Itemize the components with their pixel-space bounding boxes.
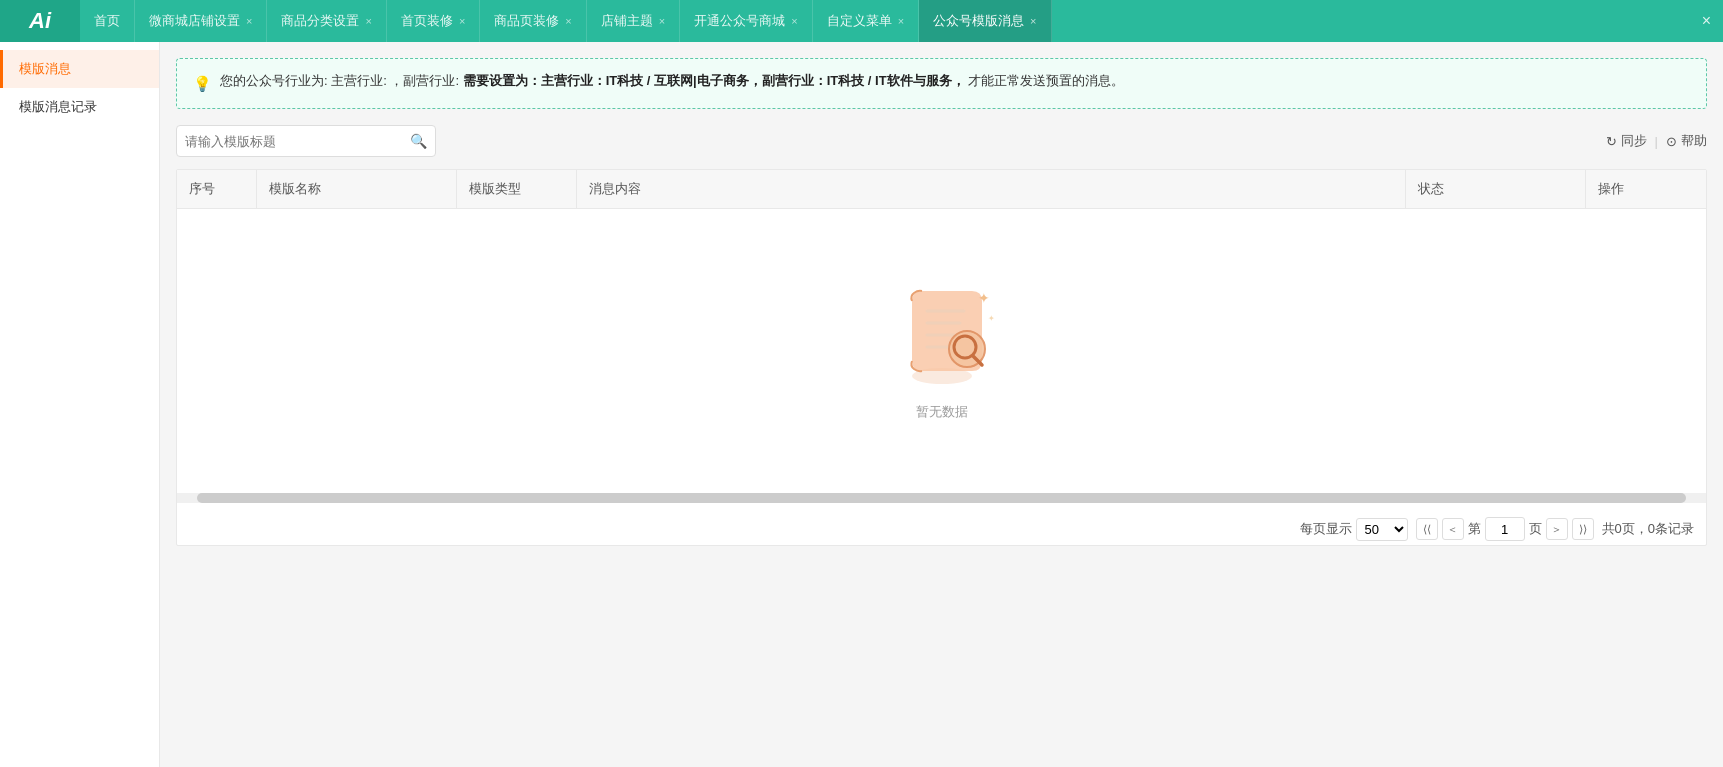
nav-tab-close-shop-settings[interactable]: × <box>246 15 252 27</box>
first-page-button[interactable]: ⟨⟨ <box>1416 518 1438 540</box>
total-info: 共0页，0条记录 <box>1602 520 1694 538</box>
page-size-selector[interactable]: 每页显示 102050100 <box>1300 518 1408 541</box>
sidebar-item-template-msg[interactable]: 模版消息 <box>0 50 159 88</box>
sidebar: 模版消息模版消息记录 <box>0 42 160 767</box>
nav-tab-template-msg[interactable]: 公众号模版消息× <box>919 0 1051 42</box>
horizontal-scrollbar[interactable] <box>177 493 1706 503</box>
toolbar-right: ↻ 同步 | ⊙ 帮助 <box>1606 132 1707 150</box>
nav-tab-close-custom-menu[interactable]: × <box>898 15 904 27</box>
help-icon: ⊙ <box>1666 134 1677 149</box>
table-col-index: 序号 <box>177 170 257 208</box>
page-size-select-input[interactable]: 102050100 <box>1356 518 1408 541</box>
sidebar-item-template-record[interactable]: 模版消息记录 <box>0 88 159 126</box>
svg-text:✦: ✦ <box>978 290 990 306</box>
scrollbar-thumb[interactable] <box>197 493 1686 503</box>
table-col-name: 模版名称 <box>257 170 457 208</box>
notice-banner: 💡 您的公众号行业为: 主营行业: ，副营行业: 需要设置为：主营行业：IT科技… <box>176 58 1707 109</box>
search-input[interactable] <box>185 134 410 149</box>
nav-tab-product-decoration[interactable]: 商品页装修× <box>480 0 586 42</box>
page-input-area: 第 页 <box>1468 517 1542 541</box>
nav-tab-close-product-decoration[interactable]: × <box>565 15 571 27</box>
nav-tab-home[interactable]: 首页 <box>80 0 135 42</box>
main-layout: 模版消息模版消息记录 💡 您的公众号行业为: 主营行业: ，副营行业: 需要设置… <box>0 42 1723 767</box>
nav-tab-close-category-settings[interactable]: × <box>365 15 371 27</box>
prev-page-button[interactable]: ＜ <box>1442 518 1464 540</box>
nav-tab-home-decoration[interactable]: 首页装修× <box>387 0 480 42</box>
nav-tab-custom-menu[interactable]: 自定义菜单× <box>813 0 919 42</box>
svg-text:✦: ✦ <box>988 314 995 323</box>
sync-icon: ↻ <box>1606 134 1617 149</box>
data-table: 序号模版名称模版类型消息内容状态操作 <box>176 169 1707 546</box>
nav-tab-close-open-mall[interactable]: × <box>791 15 797 27</box>
notice-text: 您的公众号行业为: 主营行业: ，副营行业: 需要设置为：主营行业：IT科技 /… <box>220 71 1124 92</box>
search-box[interactable]: 🔍 <box>176 125 436 157</box>
table-col-action: 操作 <box>1586 170 1706 208</box>
logo: Ai <box>0 0 80 42</box>
nav-tab-open-mall[interactable]: 开通公众号商城× <box>680 0 812 42</box>
empty-illustration: ✦ ✦ <box>882 271 1002 391</box>
table-col-status: 状态 <box>1406 170 1586 208</box>
sync-button[interactable]: ↻ 同步 <box>1606 132 1647 150</box>
top-navigation: Ai 首页微商城店铺设置×商品分类设置×首页装修×商品页装修×店铺主题×开通公众… <box>0 0 1723 42</box>
empty-state-text: 暂无数据 <box>916 403 968 421</box>
table-body: ✦ ✦ 暂无数据 <box>177 209 1706 489</box>
table-col-type: 模版类型 <box>457 170 577 208</box>
toolbar-divider: | <box>1655 134 1658 149</box>
page-unit: 页 <box>1529 520 1542 538</box>
nav-tab-shop-settings[interactable]: 微商城店铺设置× <box>135 0 267 42</box>
nav-tab-close-home-decoration[interactable]: × <box>459 15 465 27</box>
table-header: 序号模版名称模版类型消息内容状态操作 <box>177 170 1706 209</box>
main-content: 💡 您的公众号行业为: 主营行业: ，副营行业: 需要设置为：主营行业：IT科技… <box>160 42 1723 767</box>
nav-tab-close-template-msg[interactable]: × <box>1030 15 1036 27</box>
nav-tab-category-settings[interactable]: 商品分类设置× <box>267 0 386 42</box>
nav-tab-shop-theme[interactable]: 店铺主题× <box>587 0 680 42</box>
global-close-button[interactable]: × <box>1702 12 1711 30</box>
help-button[interactable]: ⊙ 帮助 <box>1666 132 1707 150</box>
page-navigation: ⟨⟨ ＜ 第 页 ＞ ⟩⟩ <box>1416 517 1594 541</box>
page-number-input[interactable] <box>1485 517 1525 541</box>
search-button[interactable]: 🔍 <box>410 133 427 149</box>
last-page-button[interactable]: ⟩⟩ <box>1572 518 1594 540</box>
page-size-label: 每页显示 <box>1300 520 1352 538</box>
bulb-icon: 💡 <box>193 72 212 96</box>
next-page-button[interactable]: ＞ <box>1546 518 1568 540</box>
nav-tab-close-shop-theme[interactable]: × <box>659 15 665 27</box>
table-col-content: 消息内容 <box>577 170 1406 208</box>
page-word: 第 <box>1468 520 1481 538</box>
search-area: 🔍 ↻ 同步 | ⊙ 帮助 <box>176 125 1707 157</box>
pagination-area: 每页显示 102050100 ⟨⟨ ＜ 第 页 ＞ ⟩⟩ 共0页，0条记录 <box>177 507 1706 545</box>
